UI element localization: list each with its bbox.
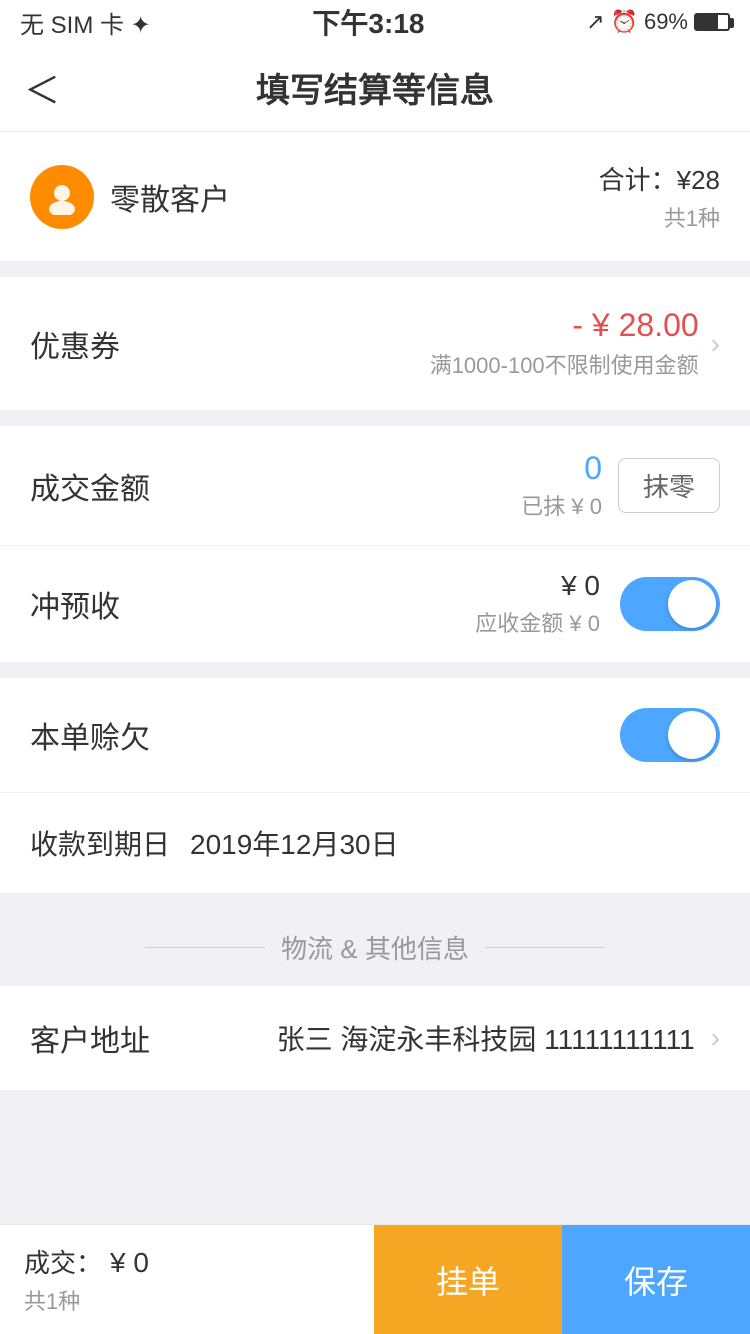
alarm-icon: ⏰: [611, 9, 638, 35]
coupon-right: - ¥ 28.00 满1000-100不限制使用金额 ›: [430, 307, 720, 380]
customer-row: 零散客户 合计：¥28 共1种: [0, 132, 750, 261]
logistics-label: 物流 & 其他信息: [281, 929, 469, 966]
due-date-value[interactable]: 2019年12月30日: [190, 823, 399, 863]
coupon-label: 优惠券: [30, 322, 120, 366]
deal-amount-row: 成交金额 0 已抹 ¥ 0 抹零: [0, 426, 750, 545]
pre-collect-toggle[interactable]: [620, 577, 720, 631]
battery-level: 69%: [644, 9, 688, 35]
bottom-info: 成交： ¥ 0 共1种: [0, 1243, 374, 1316]
deal-amount-label: 成交金额: [30, 464, 150, 508]
debt-section: 本单赊欠 收款到期日 2019年12月30日: [0, 678, 750, 893]
debt-label: 本单赊欠: [30, 713, 150, 757]
total-amount: 合计：¥28: [599, 160, 720, 197]
battery-icon: [694, 13, 730, 31]
address-label: 客户地址: [30, 1016, 150, 1060]
deal-amount-value: 0: [521, 450, 602, 487]
address-chevron: ›: [711, 1022, 720, 1054]
sim-signal: 无 SIM 卡 ✦: [20, 5, 151, 40]
due-date-label: 收款到期日: [30, 823, 170, 863]
content-area: 零散客户 合计：¥28 共1种 优惠券 - ¥ 28.00 满1000-100不…: [0, 132, 750, 1226]
debt-toggle-knob: [668, 711, 716, 759]
avatar: [30, 165, 94, 229]
status-left: 无 SIM 卡 ✦: [20, 5, 151, 40]
status-bar: 无 SIM 卡 ✦ 下午3:18 ↗ ⏰ 69%: [0, 0, 750, 44]
total-count: 共1种: [599, 201, 720, 233]
coupon-chevron: ›: [711, 328, 720, 360]
logistics-section: 物流 & 其他信息: [0, 909, 750, 986]
logistics-header-row: 物流 & 其他信息: [30, 929, 720, 966]
toggle-knob: [668, 580, 716, 628]
coupon-discount: - ¥ 28.00: [430, 307, 699, 344]
location-icon: ↗: [586, 9, 604, 35]
bottom-bar: 成交： ¥ 0 共1种 挂单 保存: [0, 1224, 750, 1334]
pre-collect-row: 冲预收 ¥ 0 应收金额 ¥ 0: [0, 545, 750, 662]
bottom-count: 共1种: [24, 1284, 350, 1316]
pre-collect-amount: ¥ 0: [475, 570, 600, 602]
nav-bar: ＜ 填写结算等信息: [0, 44, 750, 132]
deal-amount-sub: 已抹 ¥ 0: [521, 489, 602, 521]
status-time: 下午3:18: [312, 2, 424, 42]
address-section: 客户地址 张三 海淀永丰科技园 11111111111 ›: [0, 986, 750, 1090]
logistics-line-left: [145, 947, 265, 948]
coupon-row[interactable]: 优惠券 - ¥ 28.00 满1000-100不限制使用金额 ›: [0, 277, 750, 410]
customer-left: 零散客户: [30, 165, 230, 229]
back-button[interactable]: ＜: [24, 62, 60, 114]
bottom-deal-amount: ¥ 0: [110, 1247, 149, 1279]
coupon-section: 优惠券 - ¥ 28.00 满1000-100不限制使用金额 ›: [0, 277, 750, 410]
customer-right: 合计：¥28 共1种: [599, 160, 720, 233]
hang-sale-button[interactable]: 挂单: [374, 1225, 562, 1334]
logistics-line-right: [485, 947, 605, 948]
deal-amount-section: 成交金额 0 已抹 ¥ 0 抹零 冲预收 ¥ 0 应收金额 ¥ 0: [0, 426, 750, 662]
address-row[interactable]: 客户地址 张三 海淀永丰科技园 11111111111 ›: [0, 986, 750, 1090]
debt-row: 本单赊欠: [0, 678, 750, 792]
pre-collect-right: ¥ 0 应收金额 ¥ 0: [475, 570, 720, 638]
save-button[interactable]: 保存: [562, 1225, 750, 1334]
customer-name: 零散客户: [110, 175, 230, 219]
nav-title: 填写结算等信息: [256, 63, 494, 112]
pre-collect-sub: 应收金额 ¥ 0: [475, 606, 600, 638]
debt-toggle[interactable]: [620, 708, 720, 762]
status-right: ↗ ⏰ 69%: [586, 9, 730, 35]
address-value: 张三 海淀永丰科技园 11111111111: [166, 1018, 695, 1058]
round-zero-button[interactable]: 抹零: [618, 458, 720, 513]
pre-collect-values: ¥ 0 应收金额 ¥ 0: [475, 570, 600, 638]
due-date-row: 收款到期日 2019年12月30日: [0, 792, 750, 893]
coupon-sub: 满1000-100不限制使用金额: [430, 348, 699, 380]
bottom-deal-label: 成交：: [24, 1243, 102, 1280]
pre-collect-label: 冲预收: [30, 582, 120, 626]
